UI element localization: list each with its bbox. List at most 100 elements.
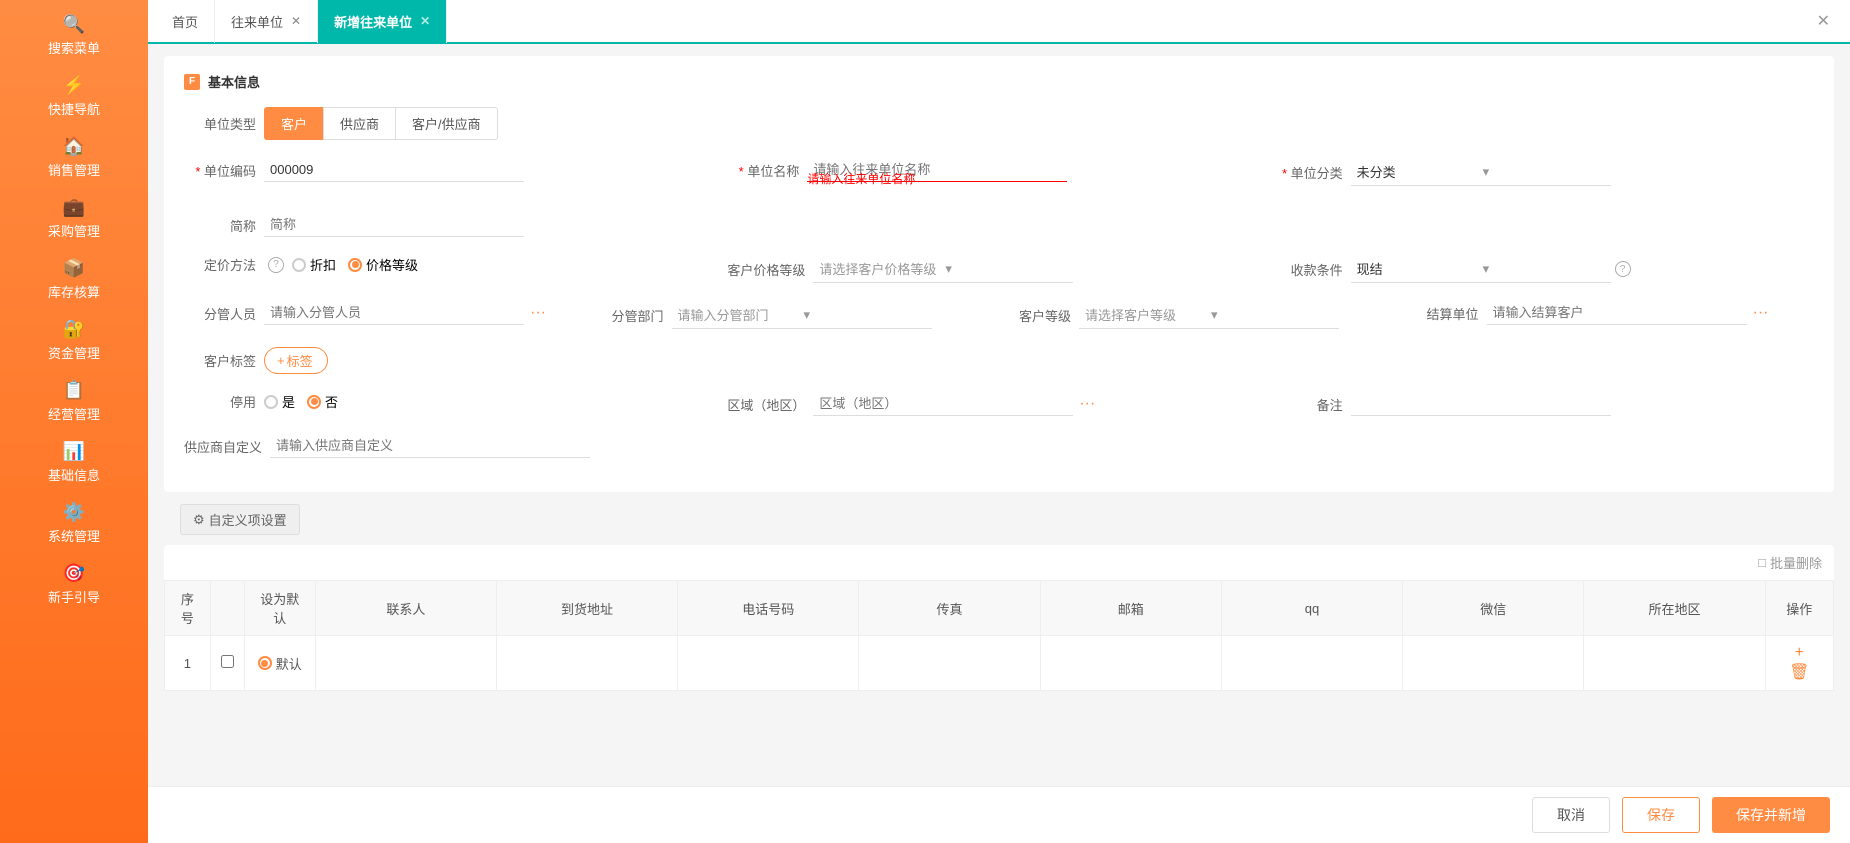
supplier-custom-input[interactable] xyxy=(270,434,590,458)
manager-input[interactable] xyxy=(264,301,524,325)
tab-home[interactable]: 首页 xyxy=(156,0,215,43)
sidebar-item-label: 新手引导 xyxy=(48,587,100,606)
content-area: F 基本信息 单位类型 客户 供应商 客户/供应商 单位编码 xyxy=(148,44,1850,843)
unit-category-select[interactable]: 未分类 ▾ xyxy=(1351,158,1611,186)
sidebar-item-newbie[interactable]: 🎯 新手引导 xyxy=(0,553,148,614)
unit-type-supplier[interactable]: 供应商 xyxy=(323,107,395,140)
abbreviation-row: 简称 xyxy=(184,213,1814,237)
region-more-icon[interactable]: ··· xyxy=(1079,395,1095,413)
pricing-method-label: 定价方法 xyxy=(184,255,264,274)
payment-terms-select[interactable]: 现结 ▾ xyxy=(1351,255,1611,283)
col-address: 到货地址 xyxy=(496,581,677,636)
row-phone-input[interactable] xyxy=(688,656,848,671)
row-qq-input[interactable] xyxy=(1232,656,1392,671)
customer-level-select[interactable]: 请选择客户等级 ▾ xyxy=(1079,301,1339,329)
col-wechat: 微信 xyxy=(1403,581,1584,636)
manager-more-icon[interactable]: ··· xyxy=(530,304,546,322)
row-checkbox[interactable] xyxy=(221,655,234,668)
save-button[interactable]: 保存 xyxy=(1622,797,1700,833)
pricing-row: 定价方法 ? 折扣 价格等级 客户价格等级 xyxy=(184,255,1814,283)
row-fax xyxy=(859,636,1040,691)
unit-category-arrow: ▾ xyxy=(1483,164,1605,180)
tab-contacts[interactable]: 往来单位 ✕ xyxy=(215,0,318,43)
close-all-button[interactable]: ✕ xyxy=(1805,11,1842,31)
row-add-button[interactable]: + xyxy=(1791,644,1808,662)
region-input[interactable] xyxy=(813,392,1073,416)
unit-type-field: 单位类型 客户 供应商 客户/供应商 xyxy=(184,107,1814,140)
pricing-discount-circle xyxy=(292,258,306,272)
row-phone xyxy=(678,636,859,691)
disabled-yes-radio[interactable]: 是 xyxy=(264,392,295,411)
col-default: 设为默认 xyxy=(244,581,315,636)
disabled-yes-label: 是 xyxy=(282,392,295,411)
unit-type-label: 单位类型 xyxy=(184,114,264,133)
unit-name-error: 请输入往来单位名称 xyxy=(807,170,915,187)
settlement-unit-label: 结算单位 xyxy=(1407,304,1487,323)
cancel-button[interactable]: 取消 xyxy=(1532,797,1610,833)
sidebar-item-quicknav[interactable]: ⚡ 快捷导航 xyxy=(0,65,148,126)
row-region-input[interactable] xyxy=(1594,656,1754,671)
sidebar-item-inventory[interactable]: 📦 库存核算 xyxy=(0,248,148,309)
tab-new-contact[interactable]: 新增往来单位 ✕ xyxy=(318,0,447,43)
newbie-icon: 🎯 xyxy=(63,563,85,584)
col-qq: qq xyxy=(1221,581,1402,636)
tab-contacts-label: 往来单位 xyxy=(231,12,283,31)
sidebar-item-operations[interactable]: 📋 经营管理 xyxy=(0,370,148,431)
disabled-no-radio[interactable]: 否 xyxy=(307,392,338,411)
settlement-unit-more-icon[interactable]: ··· xyxy=(1753,304,1769,322)
sidebar-item-sales[interactable]: 🏠 销售管理 xyxy=(0,126,148,187)
tab-new-contact-close[interactable]: ✕ xyxy=(420,14,430,28)
row-contact-input[interactable] xyxy=(326,656,486,671)
save-new-button[interactable]: 保存并新增 xyxy=(1712,797,1830,833)
abbreviation-field: 简称 xyxy=(184,213,1814,237)
sidebar-item-basic[interactable]: 📊 基础信息 xyxy=(0,431,148,492)
row-delete-button[interactable]: 🗑 xyxy=(1785,662,1813,682)
unit-type-both[interactable]: 客户/供应商 xyxy=(395,107,498,140)
sidebar-item-finance[interactable]: 🔐 资金管理 xyxy=(0,309,148,370)
sidebar-item-label: 资金管理 xyxy=(48,343,100,362)
customer-tag-row: 客户标签 + 标签 xyxy=(184,347,1814,374)
customer-price-level-select[interactable]: 请选择客户价格等级 ▾ xyxy=(813,255,1073,283)
pricing-help-icon[interactable]: ? xyxy=(268,257,284,273)
table-row: 1 默认 xyxy=(165,636,1834,691)
pricing-level-circle xyxy=(348,258,362,272)
row-region xyxy=(1584,636,1765,691)
customer-level-arrow: ▾ xyxy=(1211,307,1333,323)
tab-contacts-close[interactable]: ✕ xyxy=(291,14,301,28)
row-fax-input[interactable] xyxy=(869,656,1029,671)
contacts-table-section: □ 批量删除 序号 设为默认 联系人 到货地址 电话号码 传真 邮箱 qq xyxy=(164,545,1834,691)
row-email-input[interactable] xyxy=(1051,656,1211,671)
department-field: 分管部门 请输入分管部门 ▾ xyxy=(592,301,1000,329)
add-tag-label: 标签 xyxy=(287,351,313,370)
payment-terms-help-icon[interactable]: ? xyxy=(1615,261,1631,277)
sidebar-item-label: 采购管理 xyxy=(48,221,100,240)
add-tag-button[interactable]: + 标签 xyxy=(264,347,328,374)
payment-terms-label: 收款条件 xyxy=(1271,260,1351,279)
batch-delete-button[interactable]: □ 批量删除 xyxy=(1758,553,1822,572)
row-default-radio[interactable]: 默认 xyxy=(255,654,305,673)
custom-settings-area: ⚙ 自定义项设置 xyxy=(164,504,1834,535)
sidebar-item-purchase[interactable]: 💼 采购管理 xyxy=(0,187,148,248)
sidebar-item-label: 经营管理 xyxy=(48,404,100,423)
unit-code-input[interactable] xyxy=(264,158,524,182)
pricing-discount-radio[interactable]: 折扣 xyxy=(292,255,336,274)
sidebar-item-label: 搜索菜单 xyxy=(48,38,100,57)
row-address-input[interactable] xyxy=(507,656,667,671)
tab-new-contact-label: 新增往来单位 xyxy=(334,12,412,31)
customer-price-level-placeholder: 请选择客户价格等级 xyxy=(819,259,941,278)
main-area: 首页 往来单位 ✕ 新增往来单位 ✕ ✕ F 基本信息 单位类型 客户 xyxy=(148,0,1850,843)
settlement-unit-input[interactable] xyxy=(1487,301,1747,325)
abbreviation-input[interactable] xyxy=(264,213,524,237)
custom-settings-button[interactable]: ⚙ 自定义项设置 xyxy=(180,504,300,535)
bottom-action-bar: 取消 保存 保存并新增 xyxy=(148,786,1850,843)
row-actions: + 🗑 xyxy=(1765,636,1833,691)
remark-input[interactable] xyxy=(1351,392,1611,416)
sidebar-item-system[interactable]: ⚙️ 系统管理 xyxy=(0,492,148,553)
row-wechat-input[interactable] xyxy=(1413,656,1573,671)
sidebar-item-search[interactable]: 🔍 搜索菜单 xyxy=(0,4,148,65)
department-select[interactable]: 请输入分管部门 ▾ xyxy=(672,301,932,329)
customer-price-level-field: 客户价格等级 请选择客户价格等级 ▾ xyxy=(727,255,1270,283)
customer-level-placeholder: 请选择客户等级 xyxy=(1085,305,1207,324)
pricing-level-radio[interactable]: 价格等级 xyxy=(348,255,418,274)
unit-type-customer[interactable]: 客户 xyxy=(264,107,323,140)
